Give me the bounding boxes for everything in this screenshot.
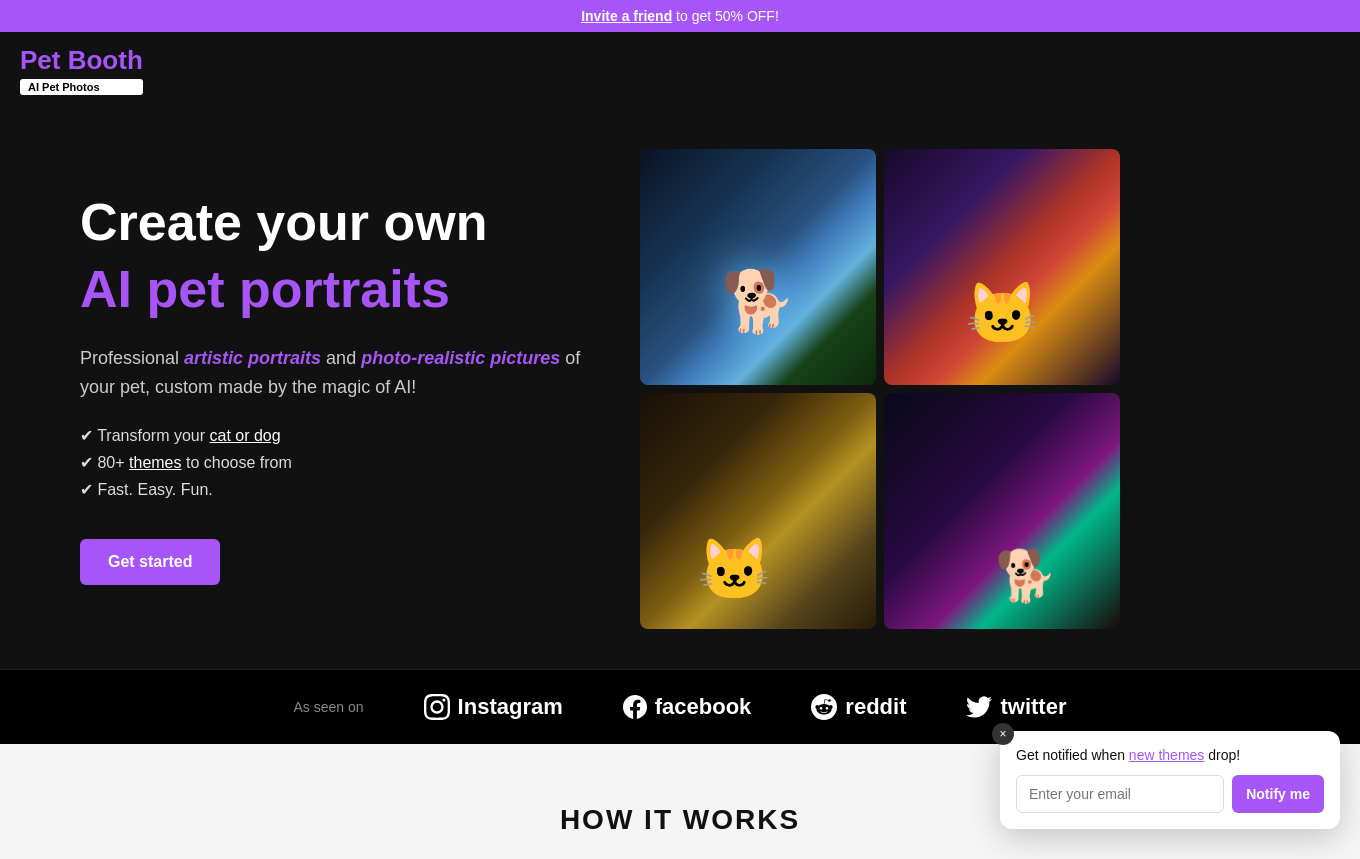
facebook-link[interactable]: facebook xyxy=(623,694,752,720)
hero-description: Professional artistic portraits and phot… xyxy=(80,344,600,402)
logo-container: Pet Booth AI Pet Photos xyxy=(20,46,143,95)
notification-form: Notify me xyxy=(1016,775,1324,813)
bullet1-link[interactable]: cat or dog xyxy=(209,427,280,444)
site-header: Pet Booth AI Pet Photos xyxy=(0,32,1360,109)
notification-email-input[interactable] xyxy=(1016,775,1224,813)
hero-bullets: ✔ Transform your cat or dog ✔ 80+ themes… xyxy=(80,426,600,507)
instagram-icon xyxy=(424,694,450,720)
desc-italic: artistic portraits xyxy=(184,348,321,368)
get-started-button[interactable]: Get started xyxy=(80,539,220,585)
notification-text: Get notified when new themes drop! xyxy=(1016,747,1324,763)
bullet-3: ✔ Fast. Easy. Fun. xyxy=(80,480,600,499)
as-seen-on-label: As seen on xyxy=(294,699,364,715)
desc-link[interactable]: photo-realistic pictures xyxy=(361,348,560,368)
hero-image-cat-astronaut xyxy=(884,149,1120,385)
bullet1-prefix: ✔ Transform your xyxy=(80,427,209,444)
reddit-label: reddit xyxy=(845,694,906,720)
bullet2-suffix: to choose from xyxy=(182,454,292,471)
logo-first: Pet xyxy=(20,45,60,75)
hero-section: Create your own AI pet portraits Profess… xyxy=(0,109,1360,669)
reddit-link[interactable]: reddit xyxy=(811,694,906,720)
bullet2-prefix: ✔ 80+ xyxy=(80,454,129,471)
notify-button[interactable]: Notify me xyxy=(1232,775,1324,813)
logo-second: Booth xyxy=(68,45,143,75)
hero-title-line1: Create your own xyxy=(80,193,600,253)
twitter-icon xyxy=(966,694,992,720)
logo-text: Pet Booth xyxy=(20,46,143,75)
reddit-icon xyxy=(811,694,837,720)
notification-popup: × Get notified when new themes drop! Not… xyxy=(1000,731,1340,829)
twitter-link[interactable]: twitter xyxy=(966,694,1066,720)
logo-subtitle: AI Pet Photos xyxy=(20,79,143,95)
hero-text-block: Create your own AI pet portraits Profess… xyxy=(80,149,600,629)
invite-friend-link[interactable]: Invite a friend xyxy=(581,8,672,24)
desc-middle: and xyxy=(321,348,361,368)
twitter-label: twitter xyxy=(1000,694,1066,720)
hero-image-cat-armor xyxy=(640,393,876,629)
hero-image-dog-bar xyxy=(884,393,1120,629)
promo-banner: Invite a friend to get 50% OFF! xyxy=(0,0,1360,32)
hero-image-dog-aurora xyxy=(640,149,876,385)
bullet-2: ✔ 80+ themes to choose from xyxy=(80,453,600,472)
notification-prefix: Get notified when xyxy=(1016,747,1129,763)
banner-suffix: to get 50% OFF! xyxy=(672,8,779,24)
instagram-label: Instagram xyxy=(458,694,563,720)
bullet-1: ✔ Transform your cat or dog xyxy=(80,426,600,445)
bullet2-link[interactable]: themes xyxy=(129,454,181,471)
new-themes-link[interactable]: new themes xyxy=(1129,747,1204,763)
facebook-label: facebook xyxy=(655,694,752,720)
facebook-icon xyxy=(623,695,647,719)
notification-suffix: drop! xyxy=(1204,747,1240,763)
desc-prefix: Professional xyxy=(80,348,184,368)
instagram-link[interactable]: Instagram xyxy=(424,694,563,720)
hero-images-grid xyxy=(640,149,1120,629)
hero-title-line2: AI pet portraits xyxy=(80,260,600,320)
notification-close-button[interactable]: × xyxy=(992,723,1014,745)
